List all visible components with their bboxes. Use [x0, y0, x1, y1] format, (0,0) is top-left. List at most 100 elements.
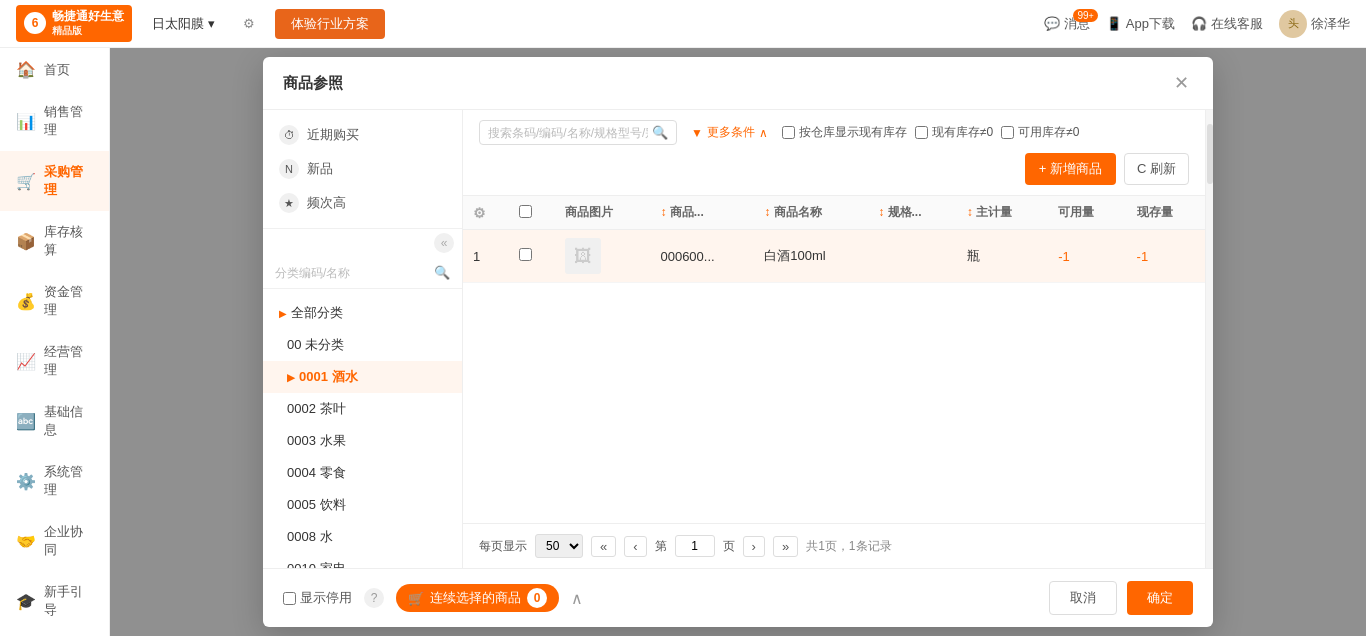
th-gear: ⚙: [463, 196, 509, 230]
cat-item-liquor[interactable]: ▶ 0001 酒水: [263, 361, 462, 393]
cat-item-appliance[interactable]: 0010 家电: [263, 553, 462, 568]
row-available: -1: [1048, 230, 1126, 283]
gear-icon[interactable]: ⚙: [473, 205, 486, 221]
sidebar-item-apps[interactable]: 📱 应用中心: [0, 631, 109, 636]
main-content: 商品参照 ✕ ⏱ 近期购买 N: [110, 48, 1366, 636]
cart-icon: 🛒: [408, 591, 424, 606]
quick-item-frequent[interactable]: ★ 频次高: [263, 186, 462, 220]
footer-collapse-icon[interactable]: ∧: [571, 589, 583, 608]
message-nav-item[interactable]: 💬 消息 99+: [1044, 15, 1090, 33]
modal-header: 商品参照 ✕: [263, 57, 1213, 110]
store-selector[interactable]: 日太阳膜 ▾: [144, 11, 223, 37]
cat-item-fruit[interactable]: 0003 水果: [263, 425, 462, 457]
sidebar-item-base-info[interactable]: 🔤 基础信息: [0, 391, 109, 451]
show-disabled-input[interactable]: [283, 592, 296, 605]
sidebar-label-system: 系统管理: [44, 463, 93, 499]
logo-sub-text: 精品版: [52, 24, 124, 38]
headset-icon: 🎧: [1191, 16, 1207, 31]
sidebar-item-enterprise[interactable]: 🤝 企业协同: [0, 511, 109, 571]
th-checkbox: [509, 196, 555, 230]
refresh-button[interactable]: C 刷新: [1124, 153, 1189, 185]
select-all-checkbox[interactable]: [519, 205, 532, 218]
cat-item-all[interactable]: ▶ 全部分类: [263, 297, 462, 329]
category-search-icon[interactable]: 🔍: [434, 265, 450, 280]
page-last-button[interactable]: »: [773, 536, 798, 557]
sidebar-item-guide[interactable]: 🎓 新手引导: [0, 571, 109, 631]
sort-icon-spec: ↕: [878, 205, 884, 219]
collapse-panel-button[interactable]: «: [434, 233, 454, 253]
sidebar-item-operations[interactable]: 📈 经营管理: [0, 331, 109, 391]
sidebar-item-finance[interactable]: 💰 资金管理: [0, 271, 109, 331]
by-warehouse-checkbox[interactable]: [782, 126, 795, 139]
sidebar-item-sales[interactable]: 📊 销售管理: [0, 91, 109, 151]
sidebar-label-finance: 资金管理: [44, 283, 93, 319]
logo-main-text: 畅捷通好生意: [52, 9, 124, 23]
available-not-zero-label: 现有库存≠0: [932, 124, 993, 141]
cancel-button[interactable]: 取消: [1049, 581, 1117, 615]
modal-scrollbar[interactable]: [1205, 110, 1213, 568]
experience-button[interactable]: 体验行业方案: [275, 9, 385, 39]
sidebar: 🏠 首页 📊 销售管理 🛒 采购管理 📦 库存核算 💰 资金管理 📈 经营管理 …: [0, 48, 110, 636]
more-conditions-button[interactable]: ▼ 更多条件 ∧: [685, 120, 774, 145]
category-list: ▶ 全部分类 00 未分类 ▶ 0001 酒水 0002 茶: [263, 289, 462, 568]
checkbox-by-warehouse[interactable]: 按仓库显示现有库存: [782, 124, 907, 141]
frequent-icon: ★: [279, 193, 299, 213]
cat-item-tea[interactable]: 0002 茶叶: [263, 393, 462, 425]
product-search-input[interactable]: [488, 126, 648, 140]
cat-label-beverage: 0005 饮料: [287, 496, 346, 514]
base-info-icon: 🔤: [16, 412, 36, 431]
show-disabled-checkbox[interactable]: 显示停用: [283, 589, 352, 607]
frequent-label: 频次高: [307, 194, 346, 212]
cart-button[interactable]: 🛒 连续选择的商品 0: [396, 584, 559, 612]
cat-item-beverage[interactable]: 0005 饮料: [263, 489, 462, 521]
cat-item-water[interactable]: 0008 水: [263, 521, 462, 553]
cat-label-uncategorized: 00 未分类: [287, 336, 344, 354]
checkbox-available-not-zero[interactable]: 现有库存≠0: [915, 124, 993, 141]
category-search-input[interactable]: [275, 266, 430, 280]
by-warehouse-label: 按仓库显示现有库存: [799, 124, 907, 141]
top-nav: 6 畅捷通好生意 精品版 日太阳膜 ▾ ⚙ 体验行业方案 💬 消息 99+ 📱 …: [0, 0, 1366, 48]
usable-not-zero-checkbox[interactable]: [1001, 126, 1014, 139]
help-icon[interactable]: ?: [364, 588, 384, 608]
sidebar-label-inventory: 库存核算: [44, 223, 93, 259]
per-page-select[interactable]: 50: [535, 534, 583, 558]
cat-label-snack: 0004 零食: [287, 464, 346, 482]
guide-icon: 🎓: [16, 592, 36, 611]
settings-icon[interactable]: ⚙: [235, 10, 263, 38]
category-search: 🔍: [263, 257, 462, 289]
cat-item-snack[interactable]: 0004 零食: [263, 457, 462, 489]
sidebar-item-purchase[interactable]: 🛒 采购管理: [0, 151, 109, 211]
page-prev-button[interactable]: ‹: [624, 536, 646, 557]
checkbox-usable-not-zero[interactable]: 可用库存≠0: [1001, 124, 1079, 141]
cat-item-uncategorized[interactable]: 00 未分类: [263, 329, 462, 361]
operations-icon: 📈: [16, 352, 36, 371]
th-image: 商品图片: [555, 196, 650, 230]
row-select-checkbox[interactable]: [519, 248, 532, 261]
app-download-item[interactable]: 📱 App下载: [1106, 15, 1175, 33]
modal-close-button[interactable]: ✕: [1169, 71, 1193, 95]
online-service-item[interactable]: 🎧 在线客服: [1191, 15, 1263, 33]
page-next-button[interactable]: ›: [743, 536, 765, 557]
sidebar-label-sales: 销售管理: [44, 103, 93, 139]
enterprise-icon: 🤝: [16, 532, 36, 551]
modal-body: ⏱ 近期购买 N 新品 ★ 频次高: [263, 110, 1213, 568]
sidebar-item-home[interactable]: 🏠 首页: [0, 48, 109, 91]
sort-icon-unit: ↕: [967, 205, 973, 219]
add-product-button[interactable]: + 新增商品: [1025, 153, 1116, 185]
table-row[interactable]: 1 🖼 000600... 白酒100ml: [463, 230, 1205, 283]
quick-item-recent[interactable]: ⏱ 近期购买: [263, 118, 462, 152]
new-icon: N: [279, 159, 299, 179]
quick-item-new[interactable]: N 新品: [263, 152, 462, 186]
user-profile[interactable]: 头 徐泽华: [1279, 10, 1350, 38]
available-not-zero-checkbox[interactable]: [915, 126, 928, 139]
confirm-button[interactable]: 确定: [1127, 581, 1193, 615]
page-first-button[interactable]: «: [591, 536, 616, 557]
page-number-input[interactable]: [675, 535, 715, 557]
finance-icon: 💰: [16, 292, 36, 311]
th-stock: 现存量: [1127, 196, 1205, 230]
sidebar-item-system[interactable]: ⚙️ 系统管理: [0, 451, 109, 511]
cart-label: 连续选择的商品: [430, 589, 521, 607]
sidebar-item-inventory[interactable]: 📦 库存核算: [0, 211, 109, 271]
product-search-icon[interactable]: 🔍: [652, 125, 668, 140]
avatar: 头: [1279, 10, 1307, 38]
